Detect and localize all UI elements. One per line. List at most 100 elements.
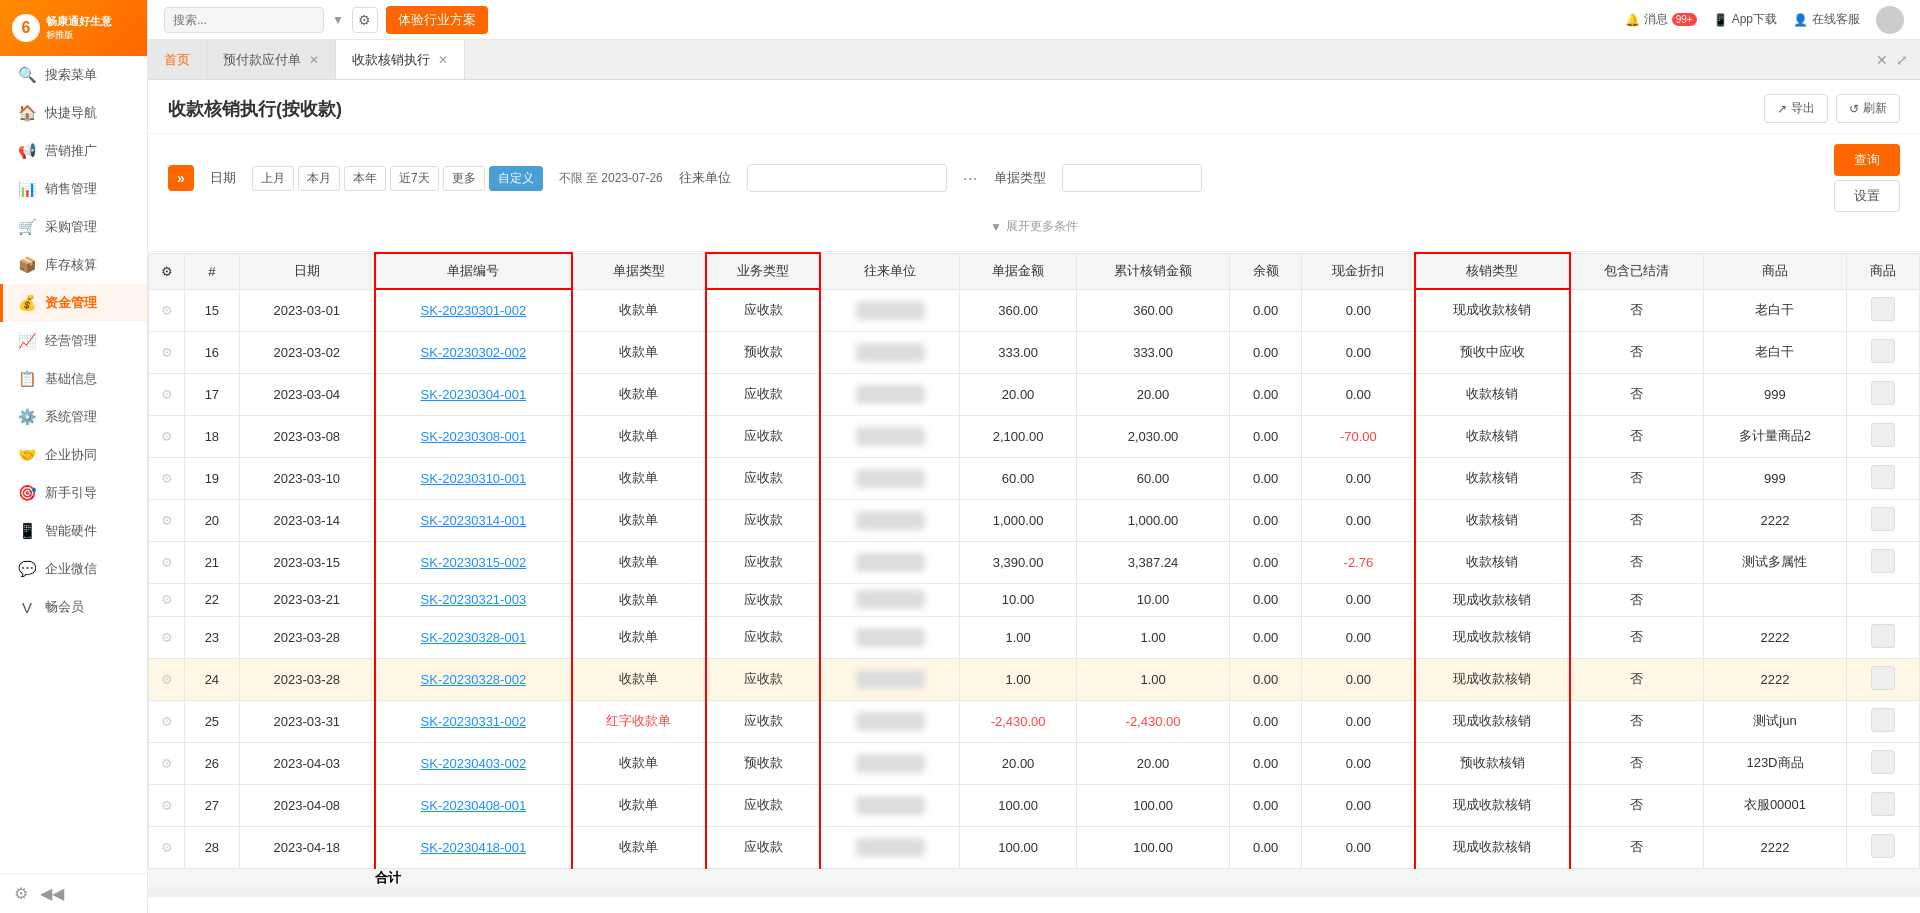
row-bill-no[interactable]: SK-20230321-003 <box>375 583 572 616</box>
row-write-off-type: 预收中应收 <box>1415 331 1569 373</box>
row-date: 2023-03-14 <box>239 499 375 541</box>
row-index: 27 <box>185 784 240 826</box>
bill-type-select[interactable] <box>1062 164 1202 192</box>
footer-total-label: 合计 <box>375 868 572 887</box>
sidebar-item-system[interactable]: ⚙️系统管理 <box>0 398 147 436</box>
more-date-button[interactable]: 更多 <box>443 166 485 191</box>
row-balance: 0.00 <box>1229 373 1302 415</box>
row-bill-no[interactable]: SK-20230403-002 <box>375 742 572 784</box>
row-balance: 0.00 <box>1229 826 1302 868</box>
sidebar-item-search[interactable]: 🔍搜索菜单 <box>0 56 147 94</box>
this-month-button[interactable]: 本月 <box>298 166 340 191</box>
online-service-button[interactable]: 👤 在线客服 <box>1793 11 1860 28</box>
partner-input[interactable] <box>747 164 947 192</box>
messages-button[interactable]: 🔔 消息 99+ <box>1625 11 1697 28</box>
tab-payment-write-off[interactable]: 收款核销执行✕ <box>336 40 465 79</box>
refresh-button[interactable]: ↺ 刷新 <box>1836 94 1900 123</box>
row-bill-no[interactable]: SK-20230310-001 <box>375 457 572 499</box>
row-bill-no[interactable]: SK-20230302-002 <box>375 331 572 373</box>
sidebar-item-hardware[interactable]: 📱智能硬件 <box>0 512 147 550</box>
tab-close-pre-payment[interactable]: ✕ <box>309 53 319 67</box>
row-goods: 测试jun <box>1703 700 1847 742</box>
sidebar-item-quick-nav[interactable]: 🏠快捷导航 <box>0 94 147 132</box>
setting-button[interactable]: 设置 <box>1834 180 1900 212</box>
query-button[interactable]: 查询 <box>1834 144 1900 176</box>
sidebar-icon-inventory: 📦 <box>17 256 37 274</box>
sidebar-item-finance[interactable]: 💰资金管理 <box>0 284 147 322</box>
dropdown-arrow-icon[interactable]: ▼ <box>332 13 344 27</box>
page-title: 收款核销执行(按收款) <box>168 97 342 121</box>
sidebar-item-guide[interactable]: 🎯新手引导 <box>0 474 147 512</box>
tab-close-payment-write-off[interactable]: ✕ <box>438 53 448 67</box>
row-bill-no[interactable]: SK-20230314-001 <box>375 499 572 541</box>
row-bill-no[interactable]: SK-20230328-002 <box>375 658 572 700</box>
settings-icon[interactable]: ⚙ <box>14 884 28 903</box>
date-range-text: 不限 至 2023-07-26 <box>559 170 663 187</box>
row-gear[interactable]: ⚙ <box>149 700 185 742</box>
tab-home[interactable]: 首页 <box>148 40 207 79</box>
row-bill-type: 收款单 <box>572 826 706 868</box>
sidebar-item-marketing[interactable]: 📢营销推广 <box>0 132 147 170</box>
phone-icon: 📱 <box>1713 13 1728 27</box>
topbar-gear-button[interactable]: ⚙ <box>352 7 378 33</box>
sidebar-item-operation[interactable]: 📈经营管理 <box>0 322 147 360</box>
row-bill-no[interactable]: SK-20230331-002 <box>375 700 572 742</box>
row-gear[interactable]: ⚙ <box>149 373 185 415</box>
maximize-tab-button[interactable]: ⤢ <box>1896 52 1908 68</box>
row-gear[interactable]: ⚙ <box>149 583 185 616</box>
expand-more-button[interactable]: ▼ 展开更多条件 <box>168 212 1900 241</box>
row-gear[interactable]: ⚙ <box>149 658 185 700</box>
row-gear[interactable]: ⚙ <box>149 616 185 658</box>
row-balance: 0.00 <box>1229 541 1302 583</box>
close-tab-button[interactable]: ✕ <box>1876 52 1888 68</box>
row-gear[interactable]: ⚙ <box>149 826 185 868</box>
row-bill-no[interactable]: SK-20230408-001 <box>375 784 572 826</box>
col-gear[interactable]: ⚙ <box>149 253 185 289</box>
sidebar-item-vip[interactable]: V畅会员 <box>0 588 147 626</box>
row-index: 28 <box>185 826 240 868</box>
row-gear[interactable]: ⚙ <box>149 289 185 331</box>
row-gear[interactable]: ⚙ <box>149 742 185 784</box>
col-header-bill_no: 单据编号 <box>375 253 572 289</box>
collapse-icon[interactable]: ◀◀ <box>40 884 64 903</box>
row-bill-no[interactable]: SK-20230328-001 <box>375 616 572 658</box>
horizontal-scrollbar[interactable] <box>148 887 1920 897</box>
row-gear[interactable]: ⚙ <box>149 499 185 541</box>
sidebar-label-quick-nav: 快捷导航 <box>45 104 97 122</box>
row-bill-type: 收款单 <box>572 541 706 583</box>
table-row: ⚙162023-03-02SK-20230302-002收款单预收款████33… <box>149 331 1920 373</box>
row-bill-no[interactable]: SK-20230304-001 <box>375 373 572 415</box>
sidebar-item-sales[interactable]: 📊销售管理 <box>0 170 147 208</box>
sidebar-label-marketing: 营销推广 <box>45 142 97 160</box>
row-biz-type: 应收款 <box>706 541 820 583</box>
sidebar-item-inventory[interactable]: 📦库存核算 <box>0 246 147 284</box>
table-row: ⚙242023-03-28SK-20230328-002收款单应收款████1.… <box>149 658 1920 700</box>
last-7-days-button[interactable]: 近7天 <box>390 166 439 191</box>
filter-collapse-button[interactable]: » <box>168 165 194 191</box>
custom-date-button[interactable]: 自定义 <box>489 166 543 191</box>
sidebar-item-corp[interactable]: 🤝企业协同 <box>0 436 147 474</box>
sidebar-item-purchase[interactable]: 🛒采购管理 <box>0 208 147 246</box>
row-bill-no[interactable]: SK-20230308-001 <box>375 415 572 457</box>
row-bill-no[interactable]: SK-20230315-002 <box>375 541 572 583</box>
user-avatar[interactable] <box>1876 6 1904 34</box>
last-month-button[interactable]: 上月 <box>252 166 294 191</box>
row-goods: 2222 <box>1703 826 1847 868</box>
tab-pre-payment[interactable]: 预付款应付单✕ <box>207 40 336 79</box>
row-gear[interactable]: ⚙ <box>149 457 185 499</box>
row-gear[interactable]: ⚙ <box>149 784 185 826</box>
row-bill-no[interactable]: SK-20230301-002 <box>375 289 572 331</box>
export-button[interactable]: ↗ 导出 <box>1764 94 1828 123</box>
search-input[interactable] <box>164 7 324 33</box>
app-download-button[interactable]: 📱 App下载 <box>1713 11 1777 28</box>
this-year-button[interactable]: 本年 <box>344 166 386 191</box>
row-gear[interactable]: ⚙ <box>149 541 185 583</box>
sidebar-item-wechat[interactable]: 💬企业微信 <box>0 550 147 588</box>
industry-solution-button[interactable]: 体验行业方案 <box>386 6 488 34</box>
sidebar-item-basic[interactable]: 📋基础信息 <box>0 360 147 398</box>
row-gear[interactable]: ⚙ <box>149 415 185 457</box>
row-gear[interactable]: ⚙ <box>149 331 185 373</box>
row-bill-no[interactable]: SK-20230418-001 <box>375 826 572 868</box>
row-biz-type: 预收款 <box>706 742 820 784</box>
row-goods: 多计量商品2 <box>1703 415 1847 457</box>
